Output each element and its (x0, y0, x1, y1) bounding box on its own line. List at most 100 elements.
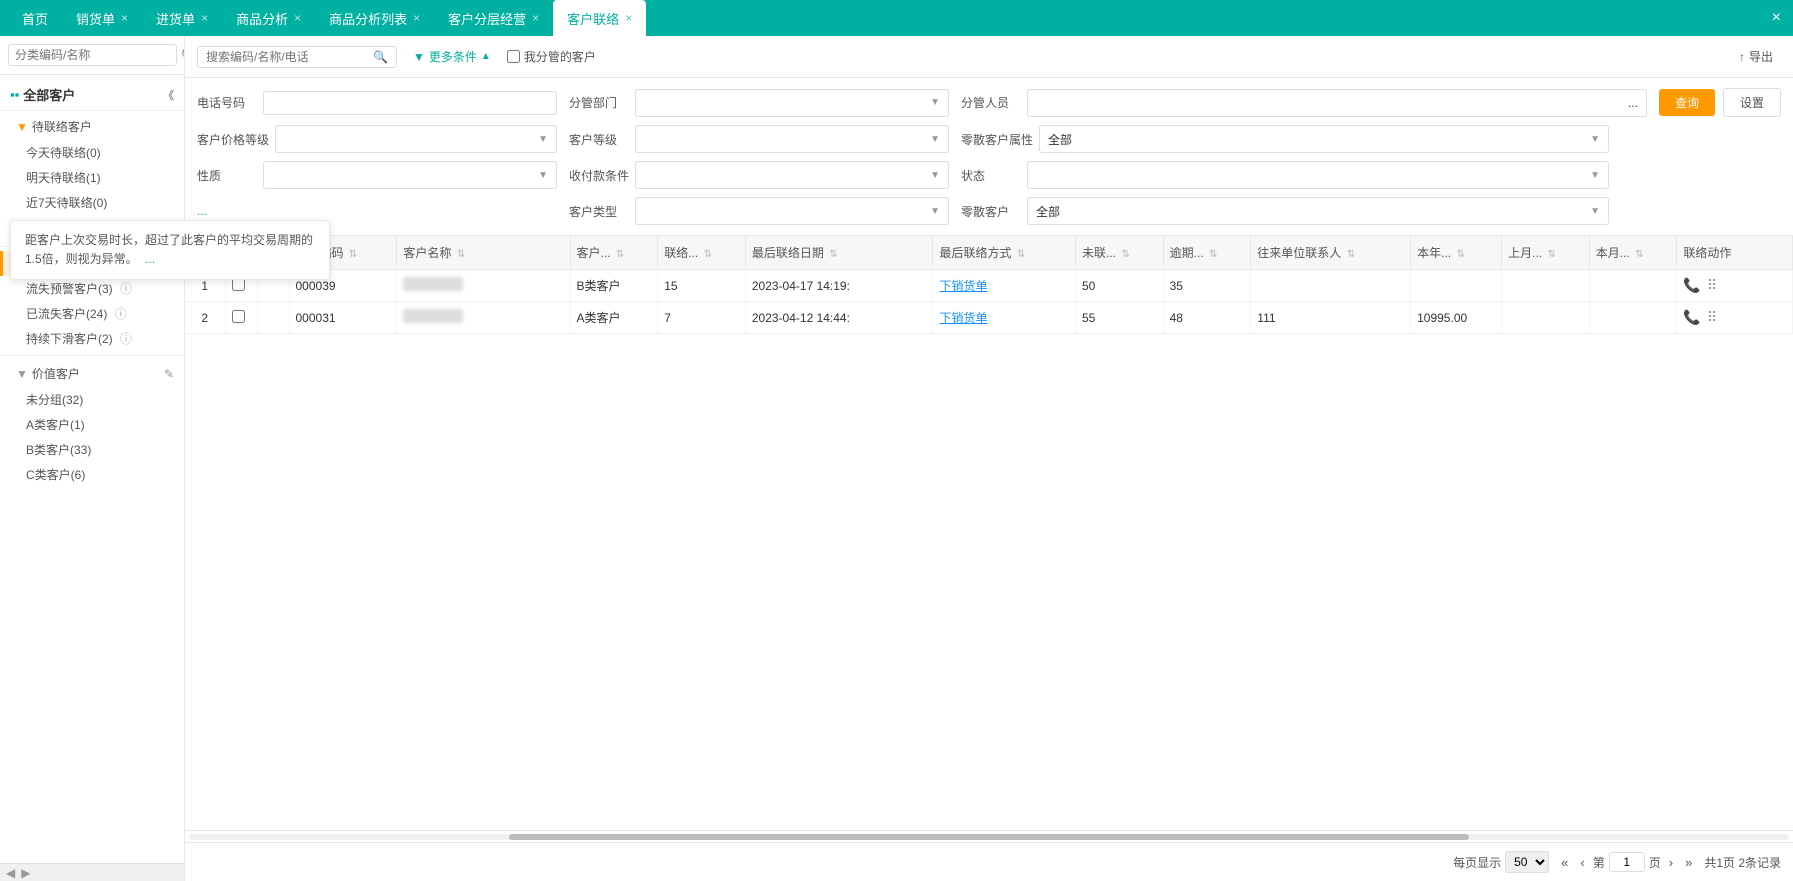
filter-gender: 性质 ▼ (197, 161, 557, 189)
row-1-phone-icon[interactable]: 📞 (1683, 277, 1700, 294)
sidebar-item-churned[interactable]: 已流失客户(24) ⓘ (0, 301, 184, 326)
more-filter-button[interactable]: ▼ 更多条件 ▲ (405, 44, 499, 69)
close-analysis-list-icon[interactable]: × (413, 11, 420, 25)
customer-level-select[interactable]: ▼ (635, 125, 949, 153)
per-page-selector: 每页显示 50 (1453, 851, 1549, 873)
row-2-type: A类客户 (570, 302, 658, 334)
filter-customer-level: 客户等级 ▼ (569, 125, 949, 153)
sidebar-scroll-right-icon[interactable]: ▶ (19, 866, 32, 880)
search-input[interactable] (206, 50, 369, 64)
row-1-more-icon[interactable]: ⠿ (1707, 277, 1717, 294)
query-button[interactable]: 查询 (1659, 89, 1715, 116)
tomorrow-pending-label: 明天待联络(1) (26, 171, 101, 185)
pending-sort-icon[interactable]: ⇅ (1121, 249, 1129, 260)
code-sort-icon[interactable]: ⇅ (349, 249, 357, 260)
my-customers-checkbox-label[interactable]: 我分管的客户 (507, 48, 596, 65)
last-month-sort-icon[interactable]: ⇅ (1547, 249, 1555, 260)
value-customer-section-title[interactable]: ▼ 价值客户 ✎ (0, 360, 184, 387)
settings-button[interactable]: 设置 (1723, 88, 1781, 117)
last-contact-date-sort-icon[interactable]: ⇅ (829, 249, 837, 260)
sidebar-scroll-left-icon[interactable]: ◀ (4, 866, 17, 880)
name-sort-icon[interactable]: ⇅ (457, 249, 465, 260)
close-customer-contact-icon[interactable]: × (625, 11, 632, 25)
page-number-input[interactable] (1609, 852, 1645, 872)
close-all-tabs-icon[interactable]: × (1772, 9, 1781, 27)
nav-item-purchase[interactable]: 进货单 × (142, 0, 222, 36)
my-customers-checkbox[interactable] (507, 50, 520, 63)
row-2-contact-method-link[interactable]: 下销货单 (939, 311, 987, 325)
per-page-select[interactable]: 50 (1505, 851, 1549, 873)
retail-attr-select[interactable]: 全部 ▼ (1039, 125, 1609, 153)
dept-select[interactable]: ▼ (635, 89, 949, 117)
nav-item-customer-contact[interactable]: 客户联络 × (553, 0, 646, 36)
row-2-phone-icon[interactable]: 📞 (1683, 309, 1700, 326)
status-select[interactable]: ▼ (1027, 161, 1609, 189)
pending-contact-group-title[interactable]: ▼ 待联络客户 (0, 113, 184, 140)
phone-input[interactable] (263, 91, 557, 115)
price-level-select[interactable]: ▼ (275, 125, 557, 153)
sidebar-item-tomorrow-pending[interactable]: 明天待联络(1) (0, 165, 184, 190)
sidebar-item-week-pending[interactable]: 近7天待联络(0) (0, 190, 184, 215)
overdue-sort-icon[interactable]: ⇅ (1209, 249, 1217, 260)
sidebar-item-ungrouped[interactable]: 未分组(32) (0, 387, 184, 412)
sidebar-all-customers-header[interactable]: ▪▪ 全部客户 《 (0, 79, 184, 111)
export-button[interactable]: ↑ 导出 (1731, 44, 1781, 69)
more-icon[interactable]: ... (197, 204, 207, 218)
nav-item-analysis[interactable]: 商品分析 × (222, 0, 315, 36)
retail-customer-select[interactable]: 全部 ▼ (1027, 197, 1609, 225)
row-2-code: 000031 (289, 302, 397, 334)
type-sort-icon[interactable]: ⇅ (616, 249, 624, 260)
horizontal-scrollbar[interactable] (185, 830, 1793, 842)
last-contact-method-sort-icon[interactable]: ⇅ (1017, 249, 1025, 260)
value-group-edit-icon[interactable]: ✎ (164, 367, 174, 381)
row-1-contact-person (1251, 270, 1411, 302)
more-conditions: ... (197, 204, 207, 218)
nav-item-analysis-list[interactable]: 商品分析列表 × (315, 0, 434, 36)
scrollbar-thumb[interactable] (509, 834, 1469, 840)
category-search-input[interactable] (8, 44, 177, 66)
row-2-more-icon[interactable]: ⠿ (1707, 309, 1717, 326)
row-1-this-month (1589, 270, 1677, 302)
nav-label-analysis: 商品分析 (236, 9, 288, 28)
sidebar-item-class-b[interactable]: B类客户(33) (0, 437, 184, 462)
filter-label: 更多条件 (429, 48, 477, 65)
this-year-sort-icon[interactable]: ⇅ (1456, 249, 1464, 260)
contact-person-sort-icon[interactable]: ⇅ (1347, 249, 1355, 260)
close-analysis-icon[interactable]: × (294, 11, 301, 25)
close-purchase-icon[interactable]: × (201, 11, 208, 25)
first-page-button[interactable]: « (1557, 853, 1572, 872)
status-arrow-icon: ▼ (1590, 170, 1600, 181)
col-last-contact-method: 最后联络方式 ⇅ (933, 236, 1076, 270)
close-sales-icon[interactable]: × (121, 11, 128, 25)
nav-label-home: 首页 (22, 9, 48, 28)
payment-arrow-icon: ▼ (930, 170, 940, 181)
nav-item-customer-tier[interactable]: 客户分层经营 × (434, 0, 553, 36)
filter-dept: 分管部门 ▼ (569, 89, 949, 117)
sidebar-item-class-a[interactable]: A类客户(1) (0, 412, 184, 437)
prev-page-button[interactable]: ‹ (1576, 853, 1588, 872)
sidebar-item-declining[interactable]: 持续下滑客户(2) ⓘ (0, 326, 184, 351)
payment-select[interactable]: ▼ (635, 161, 949, 189)
manager-select[interactable]: ... (1027, 89, 1647, 117)
all-customers-label: 全部客户 (23, 85, 75, 104)
price-level-arrow-icon: ▼ (538, 134, 548, 145)
table-row: 1 000039 B类客户 15 2023-04-17 14:19: (185, 270, 1793, 302)
sidebar-item-today-pending[interactable]: 今天待联络(0) (0, 140, 184, 165)
nav-item-sales[interactable]: 销货单 × (62, 0, 142, 36)
my-customers-label: 我分管的客户 (524, 48, 596, 65)
customer-type-select[interactable]: ▼ (635, 197, 949, 225)
gender-select[interactable]: ▼ (263, 161, 557, 189)
row-2-checkbox[interactable] (232, 310, 245, 323)
sidebar-item-class-c[interactable]: C类客户(6) (0, 462, 184, 487)
next-page-button[interactable]: › (1665, 853, 1677, 872)
nav-item-home[interactable]: 首页 (8, 0, 62, 36)
class-b-label: B类客户(33) (26, 443, 91, 457)
row-2-overdue: 48 (1163, 302, 1251, 334)
col-type: 客户... ⇅ (570, 236, 658, 270)
close-customer-tier-icon[interactable]: × (532, 11, 539, 25)
row-1-contact-method-link[interactable]: 下销货单 (939, 279, 987, 293)
contact-sort-icon[interactable]: ⇅ (704, 249, 712, 260)
last-page-button[interactable]: » (1681, 853, 1696, 872)
this-month-sort-icon[interactable]: ⇅ (1635, 249, 1643, 260)
sidebar-collapse-icon[interactable]: 《 (163, 87, 174, 103)
